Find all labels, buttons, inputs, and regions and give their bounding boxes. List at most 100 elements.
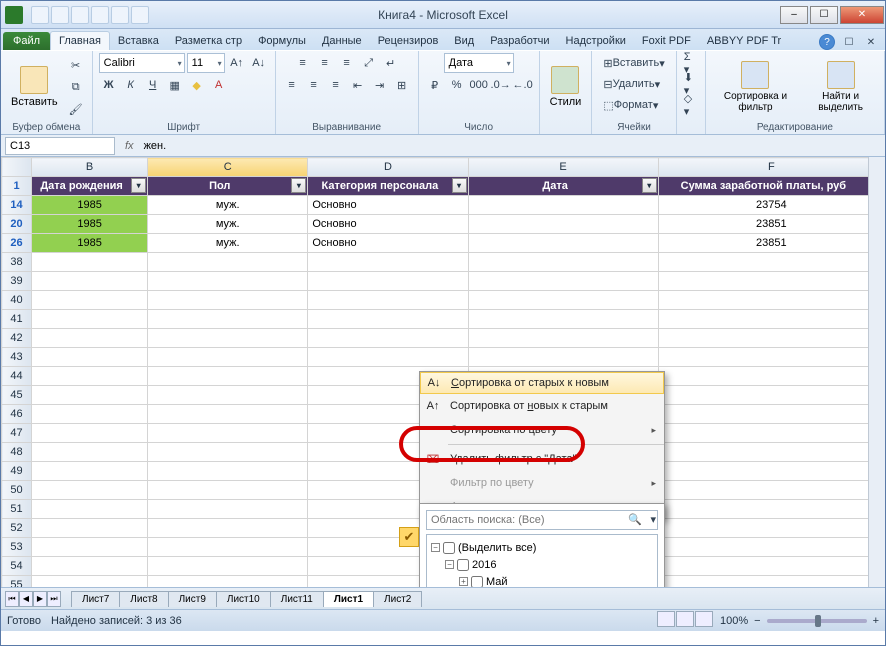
styles-button[interactable]: Стили <box>546 64 586 110</box>
tab-view[interactable]: Вид <box>446 32 482 50</box>
tab-home[interactable]: Главная <box>50 31 110 50</box>
filter-search-input[interactable] <box>426 510 658 530</box>
zoom-slider[interactable] <box>767 619 867 623</box>
tab-insert[interactable]: Вставка <box>110 32 167 50</box>
collapse-icon[interactable]: − <box>431 543 440 552</box>
collapse-icon[interactable]: − <box>445 560 454 569</box>
zoom-in-icon[interactable]: + <box>873 615 879 627</box>
tab-review[interactable]: Рецензиров <box>370 32 447 50</box>
row-header[interactable]: 47 <box>2 424 32 443</box>
vertical-scrollbar[interactable] <box>868 157 885 587</box>
tab-developer[interactable]: Разработчи <box>482 32 557 50</box>
row-header[interactable]: 52 <box>2 519 32 538</box>
cell[interactable]: 23851 <box>658 215 884 234</box>
redo-icon[interactable] <box>71 6 89 24</box>
wrap-text-icon[interactable]: ↵ <box>381 53 401 73</box>
shrink-font-icon[interactable]: A↓ <box>249 53 269 73</box>
align-top-icon[interactable]: ≡ <box>293 53 313 73</box>
row-header[interactable]: 55 <box>2 576 32 588</box>
grow-font-icon[interactable]: A↑ <box>227 53 247 73</box>
underline-button[interactable]: Ч <box>143 75 163 95</box>
close-button[interactable]: ✕ <box>840 6 884 24</box>
col-header[interactable]: D <box>308 158 468 177</box>
indent-dec-icon[interactable]: ⇤ <box>348 75 368 95</box>
inc-decimal-icon[interactable]: .0→ <box>491 75 511 95</box>
checkbox-year[interactable] <box>457 559 469 571</box>
row-header[interactable]: 43 <box>2 348 32 367</box>
save-icon[interactable] <box>31 6 49 24</box>
name-box[interactable]: C13 <box>5 137 115 155</box>
col-header[interactable]: C <box>148 158 308 177</box>
cell[interactable]: 23851 <box>658 234 884 253</box>
format-painter-icon[interactable]: 🖌 <box>66 99 86 119</box>
filter-button[interactable]: ▾ <box>131 178 146 193</box>
col-header[interactable]: F <box>658 158 884 177</box>
align-mid-icon[interactable]: ≡ <box>315 53 335 73</box>
cell[interactable]: 1985 <box>32 234 148 253</box>
comma-icon[interactable]: 000 <box>469 75 489 95</box>
font-name-combo[interactable]: Calibri <box>99 53 185 73</box>
menu-sort-old-new[interactable]: A↓ Сортировка от старых к новым <box>420 372 664 394</box>
tab-abbyy[interactable]: ABBYY PDF Tr <box>699 32 789 50</box>
cut-icon[interactable]: ✂ <box>66 55 86 75</box>
undo-icon[interactable] <box>51 6 69 24</box>
find-select-button[interactable]: Найти и выделить <box>803 59 878 115</box>
align-right-icon[interactable]: ≡ <box>326 75 346 95</box>
fill-color-icon[interactable]: ◆ <box>187 75 207 95</box>
sheet-tab[interactable]: Лист11 <box>270 591 324 607</box>
expand-icon[interactable]: + <box>459 577 468 586</box>
fx-icon[interactable]: fx <box>119 140 140 152</box>
checkbox-all[interactable] <box>443 542 455 554</box>
cell[interactable]: Основно <box>308 234 468 253</box>
sheet-tab[interactable]: Лист7 <box>71 591 120 607</box>
cell[interactable]: муж. <box>148 234 308 253</box>
cell[interactable] <box>468 215 658 234</box>
fill-icon[interactable]: ⬇ ▾ <box>683 74 699 94</box>
row-header[interactable]: 40 <box>2 291 32 310</box>
clear-icon[interactable]: ◇ ▾ <box>683 95 699 115</box>
filter-tree[interactable]: −(Выделить все) −2016 +Май+Июнь+Июль+Авг… <box>426 534 658 587</box>
cell[interactable]: Основно <box>308 215 468 234</box>
filter-button[interactable]: ▾ <box>452 178 467 193</box>
cell[interactable]: муж. <box>148 215 308 234</box>
indent-inc-icon[interactable]: ⇥ <box>370 75 390 95</box>
zoom-out-icon[interactable]: − <box>754 615 760 627</box>
row-header[interactable]: 42 <box>2 329 32 348</box>
maximize-button[interactable]: ☐ <box>810 6 838 24</box>
align-center-icon[interactable]: ≡ <box>304 75 324 95</box>
minimize-button[interactable]: – <box>780 6 808 24</box>
cell[interactable] <box>468 196 658 215</box>
tab-nav-next-icon[interactable]: ▶ <box>33 591 47 607</box>
currency-icon[interactable]: ₽ <box>425 75 445 95</box>
cell[interactable]: 1985 <box>32 196 148 215</box>
worksheet[interactable]: B C D E F 1Дата рождения▾Пол▾Категория п… <box>1 157 885 587</box>
orientation-icon[interactable]: ⤢ <box>359 53 379 73</box>
view-buttons[interactable] <box>657 611 714 630</box>
row-header[interactable]: 41 <box>2 310 32 329</box>
tab-formulas[interactable]: Формулы <box>250 32 314 50</box>
row-header[interactable]: 26 <box>2 234 32 253</box>
row-header[interactable]: 53 <box>2 538 32 557</box>
row-header[interactable]: 51 <box>2 500 32 519</box>
italic-button[interactable]: К <box>121 75 141 95</box>
cell[interactable]: 23754 <box>658 196 884 215</box>
autosum-icon[interactable]: Σ ▾ <box>683 53 699 73</box>
font-color-icon[interactable]: A <box>209 75 229 95</box>
menu-sort-color[interactable]: Сортировка по цвету▸ <box>420 418 664 442</box>
row-header[interactable]: 20 <box>2 215 32 234</box>
col-header[interactable]: B <box>32 158 148 177</box>
row-header[interactable]: 44 <box>2 367 32 386</box>
tab-data[interactable]: Данные <box>314 32 370 50</box>
cell[interactable]: муж. <box>148 196 308 215</box>
sheet-tab[interactable]: Лист9 <box>168 591 217 607</box>
sheet-tab[interactable]: Лист1 <box>323 591 374 607</box>
cell[interactable]: Основно <box>308 196 468 215</box>
inner-close-icon[interactable]: ✕ <box>863 34 879 50</box>
filter-button[interactable]: ▾ <box>642 178 657 193</box>
checkbox-month[interactable] <box>471 576 483 588</box>
row-header[interactable]: 50 <box>2 481 32 500</box>
row-header[interactable]: 46 <box>2 405 32 424</box>
tab-layout[interactable]: Разметка стр <box>167 32 250 50</box>
sort-filter-button[interactable]: Сортировка и фильтр <box>712 59 799 115</box>
align-left-icon[interactable]: ≡ <box>282 75 302 95</box>
